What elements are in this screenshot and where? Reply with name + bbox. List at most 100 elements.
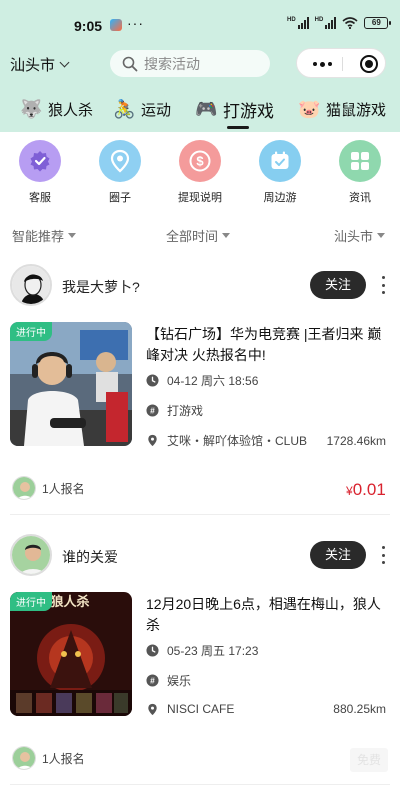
city-filter-label: 汕头市 bbox=[334, 229, 374, 244]
dollar-icon: $ bbox=[179, 140, 221, 182]
quick-links: 客服 圈子 $ 提现说明 周边游 资讯 bbox=[0, 140, 400, 208]
follow-button[interactable]: 关注 bbox=[310, 271, 366, 299]
avatar bbox=[12, 746, 36, 770]
quick-link-circles[interactable]: 圈子 bbox=[90, 140, 150, 205]
svg-text:#: # bbox=[150, 406, 155, 416]
signal-2-icon: HD bbox=[315, 17, 337, 29]
divider bbox=[10, 784, 390, 785]
tag-text: 娱乐 bbox=[167, 674, 192, 688]
tab-label: 猫鼠游戏 bbox=[326, 101, 387, 119]
signal-1-icon: HD bbox=[287, 17, 309, 29]
sort-filter[interactable]: 智能推荐 bbox=[12, 226, 77, 245]
category-tabs: 🐺 狼人杀 🚴 运动 🎮 打游戏 🐷 猫鼠游戏 bbox=[0, 92, 400, 129]
distance-text: 880.25km bbox=[333, 702, 386, 716]
activity-title[interactable]: 【钻石广场】华为电竞赛 |王者归来 巅峰对决 火热报名中! bbox=[146, 324, 394, 366]
free-price-label: 免费 bbox=[350, 748, 388, 772]
quick-link-news[interactable]: 资讯 bbox=[330, 140, 390, 205]
username[interactable]: 谁的关爱 bbox=[62, 547, 118, 567]
price-value: 0.01 bbox=[352, 480, 386, 499]
filter-bar: 智能推荐 全部时间 汕头市 bbox=[0, 226, 400, 246]
username[interactable]: 我是大萝卜? bbox=[62, 277, 140, 297]
activity-location: 艾咪・解吖体验馆・CLUB 1728.46km bbox=[146, 432, 392, 449]
tab-sports[interactable]: 🚴 运动 bbox=[103, 92, 181, 126]
more-options-icon[interactable] bbox=[380, 276, 386, 294]
more-options-icon[interactable] bbox=[380, 546, 386, 564]
status-bar: 9:05 ··· HD HD 69 bbox=[0, 10, 400, 40]
tab-gaming[interactable]: 🎮 打游戏 bbox=[181, 92, 284, 129]
more-notifications-icon: ··· bbox=[127, 15, 144, 31]
tab-label: 狼人杀 bbox=[48, 101, 94, 119]
datetime-text: 05-23 周五 17:23 bbox=[167, 644, 259, 658]
hashtag-icon: # bbox=[146, 404, 159, 417]
clock-icon bbox=[146, 374, 159, 387]
menu-dots-icon[interactable] bbox=[313, 61, 332, 67]
quick-link-label: 客服 bbox=[29, 192, 51, 204]
location-text: 艾咪・解吖体验馆・CLUB bbox=[167, 434, 308, 448]
tag-text: 打游戏 bbox=[167, 404, 204, 418]
avatar[interactable] bbox=[10, 534, 52, 576]
activity-location: NISCI CAFE 880.25km bbox=[146, 702, 392, 716]
location-pin-icon bbox=[148, 434, 157, 447]
svg-text:$: $ bbox=[196, 154, 204, 169]
divider bbox=[10, 514, 390, 515]
activity-tag: # 娱乐 bbox=[146, 672, 392, 689]
dropdown-arrow-icon bbox=[222, 233, 231, 238]
location-pin-icon bbox=[99, 140, 141, 182]
shield-check-icon bbox=[19, 140, 61, 182]
activity-datetime: 04-12 周六 18:56 bbox=[146, 372, 392, 389]
city-label: 汕头市 bbox=[10, 57, 56, 74]
svg-text:#: # bbox=[150, 676, 155, 686]
calendar-check-icon bbox=[259, 140, 301, 182]
activity-card[interactable]: 谁的关爱 关注 进行中 狼人杀 12月20日晚上6点，相遇在梅山，狼人杀 05-… bbox=[0, 532, 400, 786]
quick-link-nearby-tours[interactable]: 周边游 bbox=[250, 140, 310, 205]
quick-link-label: 圈子 bbox=[109, 192, 131, 204]
activity-card[interactable]: 我是大萝卜? 关注 进行中 【钻石广场】华为电竞赛 |王者归来 巅峰对决 火热报… bbox=[0, 262, 400, 516]
status-right-cluster: HD HD 69 bbox=[287, 17, 392, 29]
city-filter[interactable]: 汕头市 bbox=[334, 226, 386, 245]
quick-link-withdraw-info[interactable]: $ 提现说明 bbox=[170, 140, 230, 205]
status-time: 9:05 bbox=[74, 18, 103, 34]
capsule-divider bbox=[342, 57, 343, 71]
nav-bar: 汕头市 搜索活动 bbox=[0, 48, 400, 78]
sort-filter-label: 智能推荐 bbox=[12, 229, 65, 244]
avatar bbox=[12, 476, 36, 500]
joined-count: 1人报名 bbox=[12, 476, 85, 500]
quick-link-service[interactable]: 客服 bbox=[10, 140, 70, 205]
follow-button[interactable]: 关注 bbox=[310, 541, 366, 569]
datetime-text: 04-12 周六 18:56 bbox=[167, 374, 259, 388]
price: ¥0.01 bbox=[346, 480, 386, 500]
joined-text: 1人报名 bbox=[42, 481, 85, 496]
distance-text: 1728.46km bbox=[326, 433, 386, 448]
time-filter[interactable]: 全部时间 bbox=[166, 226, 231, 245]
tab-cat-mouse[interactable]: 🐷 猫鼠游戏 bbox=[284, 92, 396, 126]
dropdown-arrow-icon bbox=[377, 233, 386, 238]
activity-image[interactable]: 进行中 bbox=[10, 322, 132, 446]
activity-image[interactable]: 进行中 狼人杀 bbox=[10, 592, 132, 716]
location-text: NISCI CAFE bbox=[167, 702, 235, 716]
wolf-icon: 🐺 bbox=[20, 98, 43, 119]
time-filter-label: 全部时间 bbox=[166, 229, 219, 244]
activity-title[interactable]: 12月20日晚上6点，相遇在梅山，狼人杀 bbox=[146, 594, 394, 636]
poster-title: 狼人杀 bbox=[49, 594, 89, 609]
status-badge: 进行中 bbox=[10, 592, 52, 611]
quick-link-label: 资讯 bbox=[349, 192, 371, 204]
quick-link-label: 提现说明 bbox=[178, 192, 222, 204]
close-target-icon[interactable] bbox=[360, 55, 378, 73]
header-background: 9:05 ··· HD HD 69 汕头市 搜索活动 🐺 狼人杀 🚴 运动 🎮 … bbox=[0, 0, 400, 132]
search-input[interactable]: 搜索活动 bbox=[110, 50, 270, 77]
gamepad-icon: 🎮 bbox=[195, 98, 218, 119]
city-selector[interactable]: 汕头市 bbox=[10, 54, 70, 75]
joined-text: 1人报名 bbox=[42, 751, 85, 766]
search-icon bbox=[122, 56, 138, 71]
price-symbol: ¥ bbox=[346, 484, 353, 498]
activity-datetime: 05-23 周五 17:23 bbox=[146, 642, 392, 659]
joined-count: 1人报名 bbox=[12, 746, 85, 770]
tab-label: 运动 bbox=[141, 101, 172, 119]
avatar[interactable] bbox=[10, 264, 52, 306]
search-placeholder: 搜索活动 bbox=[144, 55, 200, 72]
tab-label: 打游戏 bbox=[223, 101, 275, 121]
tab-werewolf[interactable]: 🐺 狼人杀 bbox=[0, 92, 103, 126]
miniprogram-capsule bbox=[296, 48, 386, 78]
app-notification-icon bbox=[110, 19, 122, 31]
grid-icon bbox=[339, 140, 381, 182]
